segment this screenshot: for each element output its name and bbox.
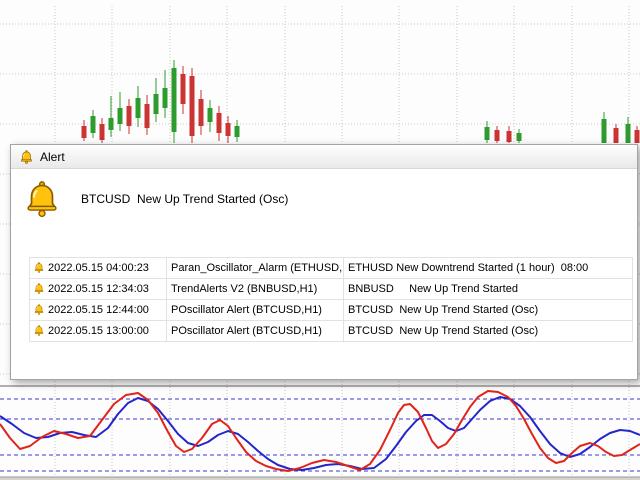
alert-time-cell: 2022.05.15 04:00:23 xyxy=(29,257,167,279)
alert-time-cell: 2022.05.15 13:00:00 xyxy=(29,320,167,342)
alert-text: BTCUSD New Up Trend Started (Osc) xyxy=(343,320,633,342)
alert-row[interactable]: 2022.05.15 13:00:00 POscillator Alert (BT… xyxy=(29,320,633,342)
alert-source: Paran_Oscillator_Alarm (ETHUSD,H1) xyxy=(166,257,344,279)
bell-icon xyxy=(20,150,33,164)
bell-icon xyxy=(34,304,44,315)
alert-time-cell: 2022.05.15 12:44:00 xyxy=(29,299,167,321)
alert-row[interactable]: 2022.05.15 12:34:03 TrendAlerts V2 (BNBUS… xyxy=(29,278,633,300)
alert-dialog-body: BTCUSD New Up Trend Started (Osc) 2022.0… xyxy=(11,169,637,379)
alert-time: 2022.05.15 12:44:00 xyxy=(48,304,149,316)
alert-row[interactable]: 2022.05.15 04:00:23 Paran_Oscillator_Alar… xyxy=(29,257,633,279)
alert-dialog: Alert BTCUSD New Up Trend Started (Osc) … xyxy=(10,144,638,380)
alert-time-cell: 2022.05.15 12:34:03 xyxy=(29,278,167,300)
alert-history-table: 2022.05.15 04:00:23 Paran_Oscillator_Alar… xyxy=(29,257,633,342)
alert-time: 2022.05.15 04:00:23 xyxy=(48,262,149,274)
bell-icon xyxy=(34,283,44,294)
alert-row[interactable]: 2022.05.15 12:44:00 POscillator Alert (BT… xyxy=(29,299,633,321)
alert-time: 2022.05.15 12:34:03 xyxy=(48,283,149,295)
alert-message-row: BTCUSD New Up Trend Started (Osc) xyxy=(25,177,288,221)
alert-dialog-title: Alert xyxy=(40,149,65,164)
mt-terminal: Alert BTCUSD New Up Trend Started (Osc) … xyxy=(0,0,640,480)
alert-message: BTCUSD New Up Trend Started (Osc) xyxy=(81,192,289,206)
alert-time: 2022.05.15 13:00:00 xyxy=(48,325,149,337)
alert-text: BTCUSD New Up Trend Started (Osc) xyxy=(343,299,633,321)
alert-text: ETHUSD New Downtrend Started (1 hour) 08… xyxy=(343,257,633,279)
bell-icon xyxy=(34,262,44,273)
alert-bell-icon xyxy=(25,180,59,218)
alert-text: BNBUSD New Up Trend Started xyxy=(343,278,633,300)
alert-dialog-titlebar[interactable]: Alert xyxy=(11,145,637,169)
alert-source: TrendAlerts V2 (BNBUSD,H1) xyxy=(166,278,344,300)
alert-source: POscillator Alert (BTCUSD,H1) xyxy=(166,320,344,342)
bell-icon xyxy=(34,325,44,336)
alert-source: POscillator Alert (BTCUSD,H1) xyxy=(166,299,344,321)
